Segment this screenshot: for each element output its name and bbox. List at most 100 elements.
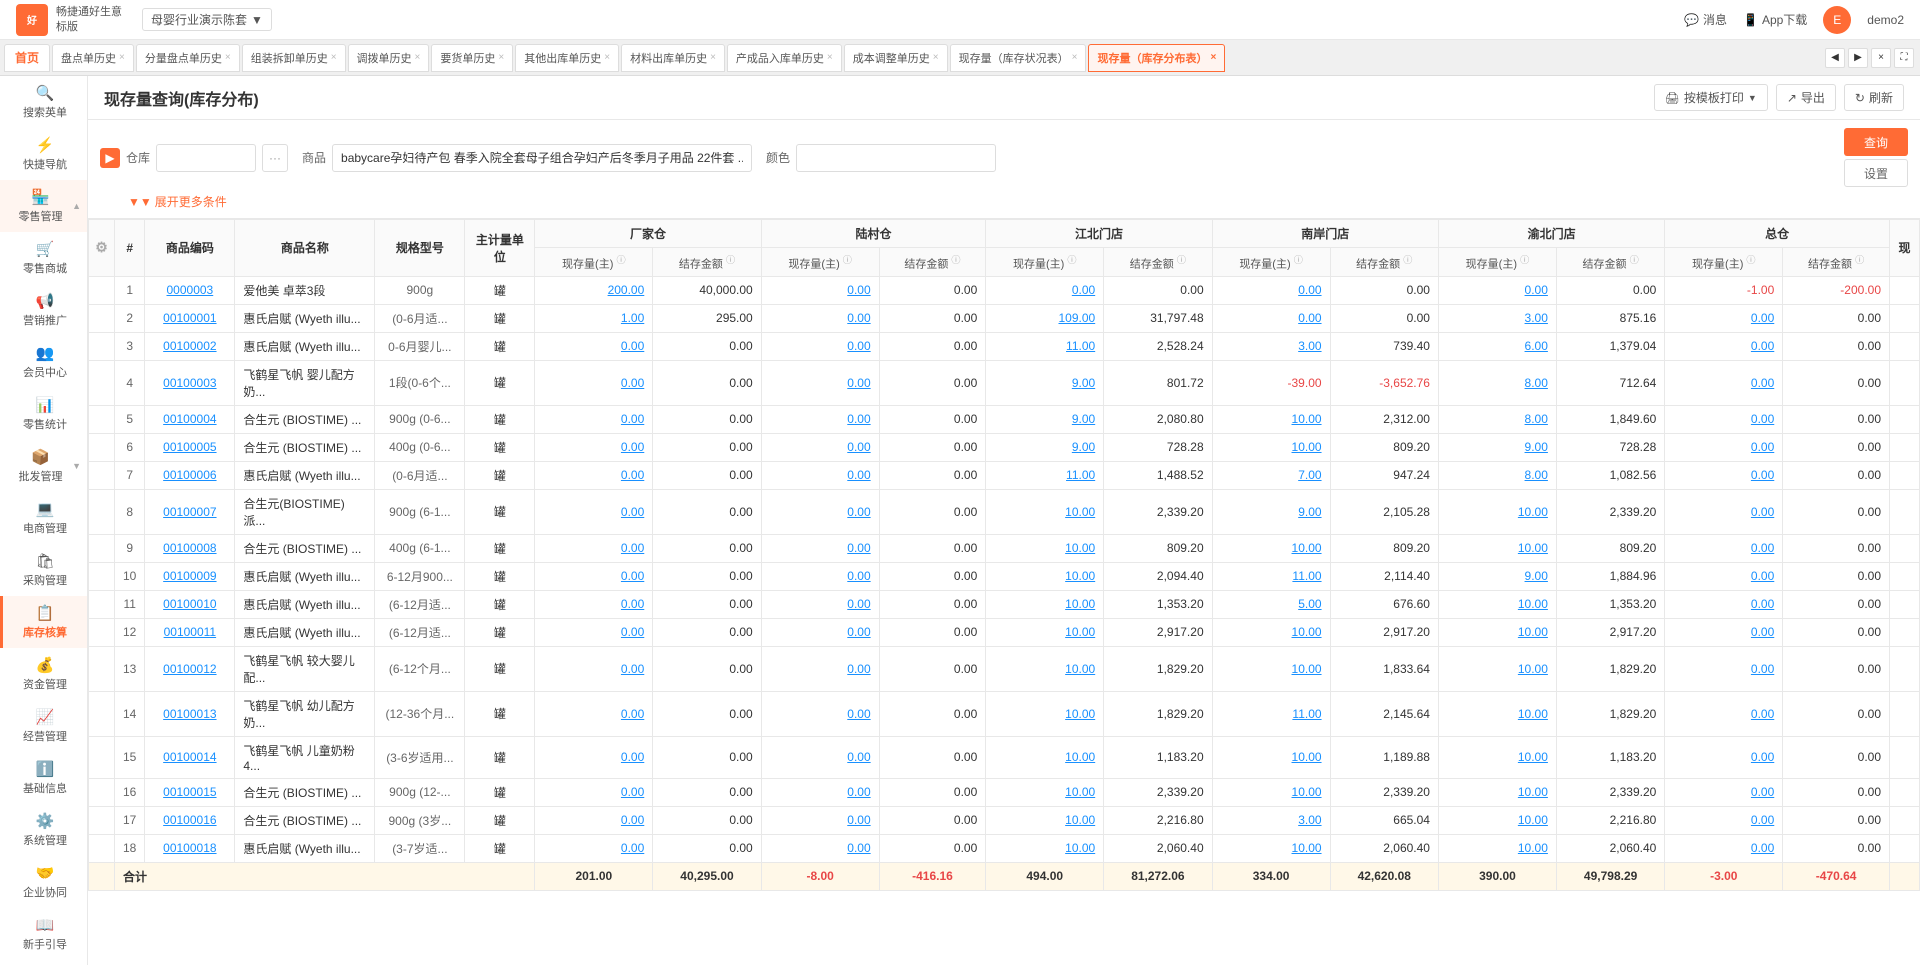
sidebar-item-operations[interactable]: 📈 经营管理 <box>0 700 87 752</box>
sidebar-item-basic[interactable]: ℹ️ 基础信息 <box>0 752 87 804</box>
cell-code[interactable]: 0000003 <box>145 276 235 304</box>
cell-na-qty[interactable]: 10.00 <box>1212 433 1330 461</box>
cell-cj-qty[interactable]: 0.00 <box>535 332 653 360</box>
tab-transfer[interactable]: 调拨单历史 × <box>348 44 430 72</box>
cell-na-qty[interactable]: 10.00 <box>1212 534 1330 562</box>
cell-lc-qty[interactable]: 0.00 <box>761 691 879 736</box>
cell-na-qty[interactable]: 5.00 <box>1212 590 1330 618</box>
cell-lc-qty[interactable]: 0.00 <box>761 433 879 461</box>
tab-stocktake[interactable]: 盘点单历史 × <box>52 44 134 72</box>
cell-cj-qty[interactable]: 0.00 <box>535 691 653 736</box>
cell-total-qty[interactable]: 0.00 <box>1665 405 1783 433</box>
cell-yb-qty[interactable]: 10.00 <box>1438 489 1556 534</box>
tab-prev-btn[interactable]: ◀ <box>1825 48 1845 68</box>
tab-material-out[interactable]: 材料出库单历史 × <box>621 44 725 72</box>
message-btn[interactable]: 💬 消息 <box>1684 11 1727 28</box>
print-btn[interactable]: 🖨 按模板打印 ▼ <box>1654 84 1768 111</box>
cell-cj-qty[interactable]: 0.00 <box>535 736 653 778</box>
export-btn[interactable]: ↗ 导出 <box>1776 84 1836 111</box>
cell-jb-qty[interactable]: 10.00 <box>986 489 1104 534</box>
sidebar-item-system[interactable]: ⚙️ 系统管理 <box>0 804 87 856</box>
cell-jb-qty[interactable]: 10.00 <box>986 778 1104 806</box>
cell-lc-qty[interactable]: 0.00 <box>761 806 879 834</box>
cell-jb-qty[interactable]: 9.00 <box>986 360 1104 405</box>
cell-cj-qty[interactable]: 0.00 <box>535 834 653 862</box>
refresh-btn[interactable]: ↻ 刷新 <box>1844 84 1904 111</box>
cell-yb-qty[interactable]: 10.00 <box>1438 778 1556 806</box>
sidebar-item-appcenter[interactable]: 🔲 应用中心 <box>0 960 87 965</box>
cell-code[interactable]: 00100004 <box>145 405 235 433</box>
cell-na-qty[interactable]: 3.00 <box>1212 332 1330 360</box>
cell-cj-qty[interactable]: 0.00 <box>535 778 653 806</box>
tab-next-btn[interactable]: ▶ <box>1848 48 1868 68</box>
warehouse-ellipsis-btn[interactable]: ··· <box>262 144 288 172</box>
cell-total-qty[interactable]: 0.00 <box>1665 461 1783 489</box>
cell-total-qty[interactable]: 0.00 <box>1665 778 1783 806</box>
cell-na-qty[interactable]: 10.00 <box>1212 405 1330 433</box>
cell-jb-qty[interactable]: 9.00 <box>986 405 1104 433</box>
cell-code[interactable]: 00100015 <box>145 778 235 806</box>
cell-lc-qty[interactable]: 0.00 <box>761 332 879 360</box>
cell-yb-qty[interactable]: 0.00 <box>1438 276 1556 304</box>
cell-na-qty[interactable]: 10.00 <box>1212 778 1330 806</box>
cell-cj-qty[interactable]: 0.00 <box>535 433 653 461</box>
cell-yb-qty[interactable]: 8.00 <box>1438 461 1556 489</box>
cell-lc-qty[interactable]: 0.00 <box>761 562 879 590</box>
cell-lc-qty[interactable]: 0.00 <box>761 778 879 806</box>
cell-yb-qty[interactable]: 9.00 <box>1438 433 1556 461</box>
cell-yb-qty[interactable]: 10.00 <box>1438 736 1556 778</box>
cell-total-qty[interactable]: 0.00 <box>1665 360 1783 405</box>
cell-cj-qty[interactable]: 0.00 <box>535 405 653 433</box>
tab-close-btn[interactable]: × <box>1871 48 1891 68</box>
cell-cj-qty[interactable]: 0.00 <box>535 489 653 534</box>
cell-lc-qty[interactable]: 0.00 <box>761 618 879 646</box>
setting-btn[interactable]: 设置 <box>1844 159 1908 187</box>
cell-yb-qty[interactable]: 6.00 <box>1438 332 1556 360</box>
cell-cj-qty[interactable]: 0.00 <box>535 618 653 646</box>
cell-cj-qty[interactable]: 0.00 <box>535 806 653 834</box>
cell-cj-qty[interactable]: 200.00 <box>535 276 653 304</box>
cell-jb-qty[interactable]: 11.00 <box>986 461 1104 489</box>
cell-cj-qty[interactable]: 0.00 <box>535 360 653 405</box>
cell-yb-qty[interactable]: 10.00 <box>1438 806 1556 834</box>
cell-cj-qty[interactable]: 0.00 <box>535 590 653 618</box>
cell-yb-qty[interactable]: 10.00 <box>1438 646 1556 691</box>
tab-cost-adjust[interactable]: 成本调整单历史 × <box>844 44 948 72</box>
cell-yb-qty[interactable]: 10.00 <box>1438 691 1556 736</box>
tab-stock-status[interactable]: 现存量（库存状况表） × <box>950 44 1087 72</box>
settings-icon[interactable]: ⚙ <box>95 239 108 255</box>
cell-code[interactable]: 00100009 <box>145 562 235 590</box>
sidebar-item-retail-stats[interactable]: 📊 零售统计 <box>0 388 87 440</box>
cell-total-qty[interactable]: 0.00 <box>1665 736 1783 778</box>
cell-total-qty[interactable]: -1.00 <box>1665 276 1783 304</box>
cell-na-qty[interactable]: -39.00 <box>1212 360 1330 405</box>
sidebar-item-wholesale[interactable]: 📦 批发管理 ▼ <box>0 440 87 492</box>
cell-jb-qty[interactable]: 109.00 <box>986 304 1104 332</box>
warehouse-input[interactable] <box>156 144 256 172</box>
cell-yb-qty[interactable]: 10.00 <box>1438 834 1556 862</box>
tab-disassemble[interactable]: 组装拆卸单历史 × <box>242 44 346 72</box>
query-btn[interactable]: 查询 <box>1844 128 1908 156</box>
cell-cj-qty[interactable]: 0.00 <box>535 646 653 691</box>
cell-total-qty[interactable]: 0.00 <box>1665 304 1783 332</box>
cell-jb-qty[interactable]: 10.00 <box>986 646 1104 691</box>
cell-yb-qty[interactable]: 8.00 <box>1438 360 1556 405</box>
cell-yb-qty[interactable]: 10.00 <box>1438 590 1556 618</box>
cell-yb-qty[interactable]: 8.00 <box>1438 405 1556 433</box>
cell-cj-qty[interactable]: 0.00 <box>535 461 653 489</box>
cell-yb-qty[interactable]: 9.00 <box>1438 562 1556 590</box>
cell-total-qty[interactable]: 0.00 <box>1665 618 1783 646</box>
cell-cj-qty[interactable]: 0.00 <box>535 534 653 562</box>
cell-jb-qty[interactable]: 10.00 <box>986 562 1104 590</box>
cell-jb-qty[interactable]: 10.00 <box>986 534 1104 562</box>
tab-requisition[interactable]: 要货单历史 × <box>431 44 513 72</box>
cell-total-qty[interactable]: 0.00 <box>1665 646 1783 691</box>
cell-jb-qty[interactable]: 10.00 <box>986 691 1104 736</box>
cell-total-qty[interactable]: 0.00 <box>1665 332 1783 360</box>
cell-lc-qty[interactable]: 0.00 <box>761 405 879 433</box>
cell-na-qty[interactable]: 11.00 <box>1212 562 1330 590</box>
cell-na-qty[interactable]: 11.00 <box>1212 691 1330 736</box>
cell-jb-qty[interactable]: 10.00 <box>986 590 1104 618</box>
cell-jb-qty[interactable]: 11.00 <box>986 332 1104 360</box>
product-input[interactable] <box>332 144 752 172</box>
